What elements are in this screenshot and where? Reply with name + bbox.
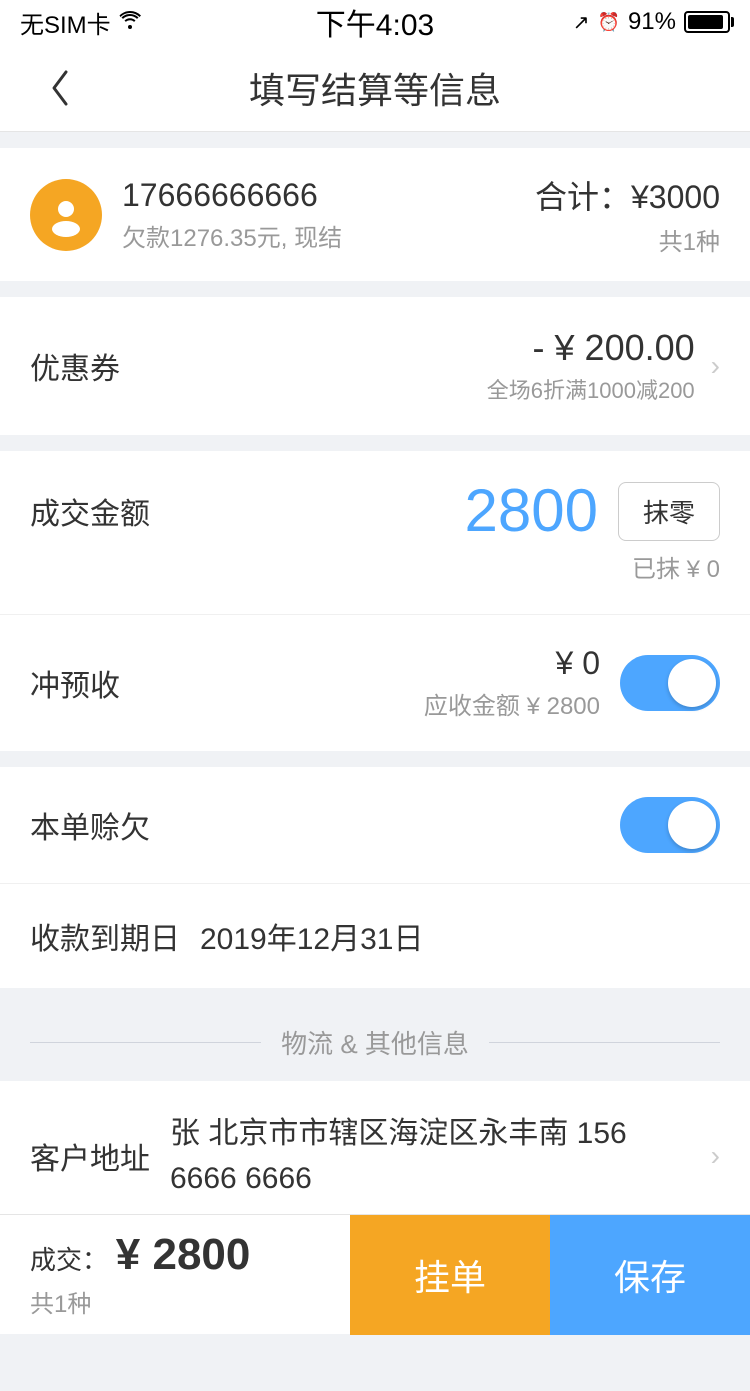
prepay-label: 冲预收 bbox=[30, 661, 120, 705]
prepay-toggle[interactable] bbox=[620, 655, 720, 711]
duedate-value: 2019年12月31日 bbox=[200, 914, 423, 958]
status-time: 下午4:03 bbox=[316, 0, 434, 44]
customer-phone: 17666666666 bbox=[122, 177, 535, 214]
page-title: 填写结算等信息 bbox=[90, 62, 660, 114]
credit-section: 本单赊欠 bbox=[0, 767, 750, 883]
back-button[interactable] bbox=[30, 58, 90, 118]
bottom-deal-label: 成交： bbox=[30, 1245, 108, 1275]
section-gap-1 bbox=[0, 435, 750, 451]
status-left: 无SIM卡 bbox=[20, 5, 141, 40]
customer-info: 17666666666 欠款1276.35元, 现结 bbox=[122, 177, 535, 253]
save-button[interactable]: 保存 bbox=[550, 1215, 750, 1335]
nav-bar: 填写结算等信息 bbox=[0, 44, 750, 132]
coupon-value-block: - ¥ 200.00 全场6折满1000减200 bbox=[487, 327, 695, 405]
credit-label: 本单赊欠 bbox=[30, 803, 150, 847]
total-count: 共1种 bbox=[535, 222, 720, 257]
bottom-bar: 成交： ¥ 2800 共1种 挂单 保存 bbox=[0, 1214, 750, 1334]
credit-toggle-knob bbox=[668, 801, 716, 849]
duedate-section: 收款到期日 2019年12月31日 bbox=[0, 883, 750, 988]
section-gap-2 bbox=[0, 751, 750, 767]
duedate-label: 收款到期日 bbox=[30, 914, 180, 958]
customer-row: 17666666666 欠款1276.35元, 现结 合计：¥3000 共1种 bbox=[0, 148, 750, 281]
deal-amount-card: 成交金额 2800 抹零 已抹 ¥ 0 冲预收 ¥ 0 应收金额 ¥ 2800 bbox=[0, 451, 750, 751]
customer-total: 合计：¥3000 共1种 bbox=[535, 172, 720, 257]
address-arrow-icon: › bbox=[711, 1140, 720, 1172]
avatar bbox=[30, 179, 102, 251]
deal-amount-label: 成交金额 bbox=[30, 489, 150, 533]
address-card: 客户地址 张 北京市市辖区海淀区永丰南 156 6666 6666 › bbox=[0, 1081, 750, 1231]
customer-debt: 欠款1276.35元, 现结 bbox=[122, 218, 535, 253]
prepay-right: ¥ 0 应收金额 ¥ 2800 bbox=[424, 645, 600, 721]
carrier-text: 无SIM卡 bbox=[20, 5, 111, 40]
coupon-row[interactable]: 优惠券 - ¥ 200.00 全场6折满1000减200 › bbox=[0, 297, 750, 435]
coupon-arrow-icon: › bbox=[711, 350, 720, 382]
coupon-card: 优惠券 - ¥ 200.00 全场6折满1000减200 › bbox=[0, 297, 750, 435]
divider-line-right bbox=[489, 1042, 720, 1043]
divider-line-left bbox=[30, 1042, 261, 1043]
address-value: 张 北京市市辖区海淀区永丰南 156 6666 6666 bbox=[170, 1111, 701, 1201]
hold-button[interactable]: 挂单 bbox=[350, 1215, 550, 1335]
credit-card: 本单赊欠 收款到期日 2019年12月31日 bbox=[0, 767, 750, 988]
coupon-label: 优惠券 bbox=[30, 344, 120, 388]
coupon-amount: - ¥ 200.00 bbox=[487, 327, 695, 369]
bottom-count: 共1种 bbox=[30, 1284, 320, 1319]
wifi-icon bbox=[119, 8, 141, 36]
deal-amount-number: 2800 bbox=[465, 481, 598, 541]
toggle-knob bbox=[668, 659, 716, 707]
deal-amount-sub: 已抹 ¥ 0 bbox=[30, 549, 720, 584]
bottom-deal-row: 成交： ¥ 2800 bbox=[30, 1230, 320, 1280]
coupon-desc: 全场6折满1000减200 bbox=[487, 373, 695, 405]
logistics-divider: 物流 & 其他信息 bbox=[0, 1004, 750, 1081]
location-icon: ↗ bbox=[573, 10, 590, 35]
bottom-info: 成交： ¥ 2800 共1种 bbox=[0, 1230, 350, 1319]
bottom-deal-amount: ¥ 2800 bbox=[116, 1230, 251, 1279]
prepay-sub: 应收金额 ¥ 2800 bbox=[424, 686, 600, 721]
status-right: ↗ ⏰ 91% bbox=[573, 8, 730, 36]
battery-percent: 91% bbox=[628, 8, 676, 36]
prepay-section: 冲预收 ¥ 0 应收金额 ¥ 2800 bbox=[0, 614, 750, 751]
credit-toggle[interactable] bbox=[620, 797, 720, 853]
logistics-text: 物流 & 其他信息 bbox=[261, 1024, 489, 1061]
address-label: 客户地址 bbox=[30, 1134, 170, 1178]
deal-amount-row: 成交金额 2800 抹零 bbox=[30, 481, 720, 541]
user-icon bbox=[44, 193, 88, 237]
round-zero-button[interactable]: 抹零 bbox=[618, 482, 720, 541]
customer-card: 17666666666 欠款1276.35元, 现结 合计：¥3000 共1种 bbox=[0, 148, 750, 281]
battery-icon bbox=[684, 11, 730, 33]
total-amount: 合计：¥3000 bbox=[535, 172, 720, 218]
prepay-amount: ¥ 0 bbox=[424, 645, 600, 682]
prepay-row: 冲预收 ¥ 0 应收金额 ¥ 2800 bbox=[30, 645, 720, 721]
status-bar: 无SIM卡 下午4:03 ↗ ⏰ 91% bbox=[0, 0, 750, 44]
address-section[interactable]: 客户地址 张 北京市市辖区海淀区永丰南 156 6666 6666 › bbox=[0, 1081, 750, 1231]
alarm-icon: ⏰ bbox=[598, 12, 620, 33]
deal-amount-section: 成交金额 2800 抹零 已抹 ¥ 0 bbox=[0, 451, 750, 614]
